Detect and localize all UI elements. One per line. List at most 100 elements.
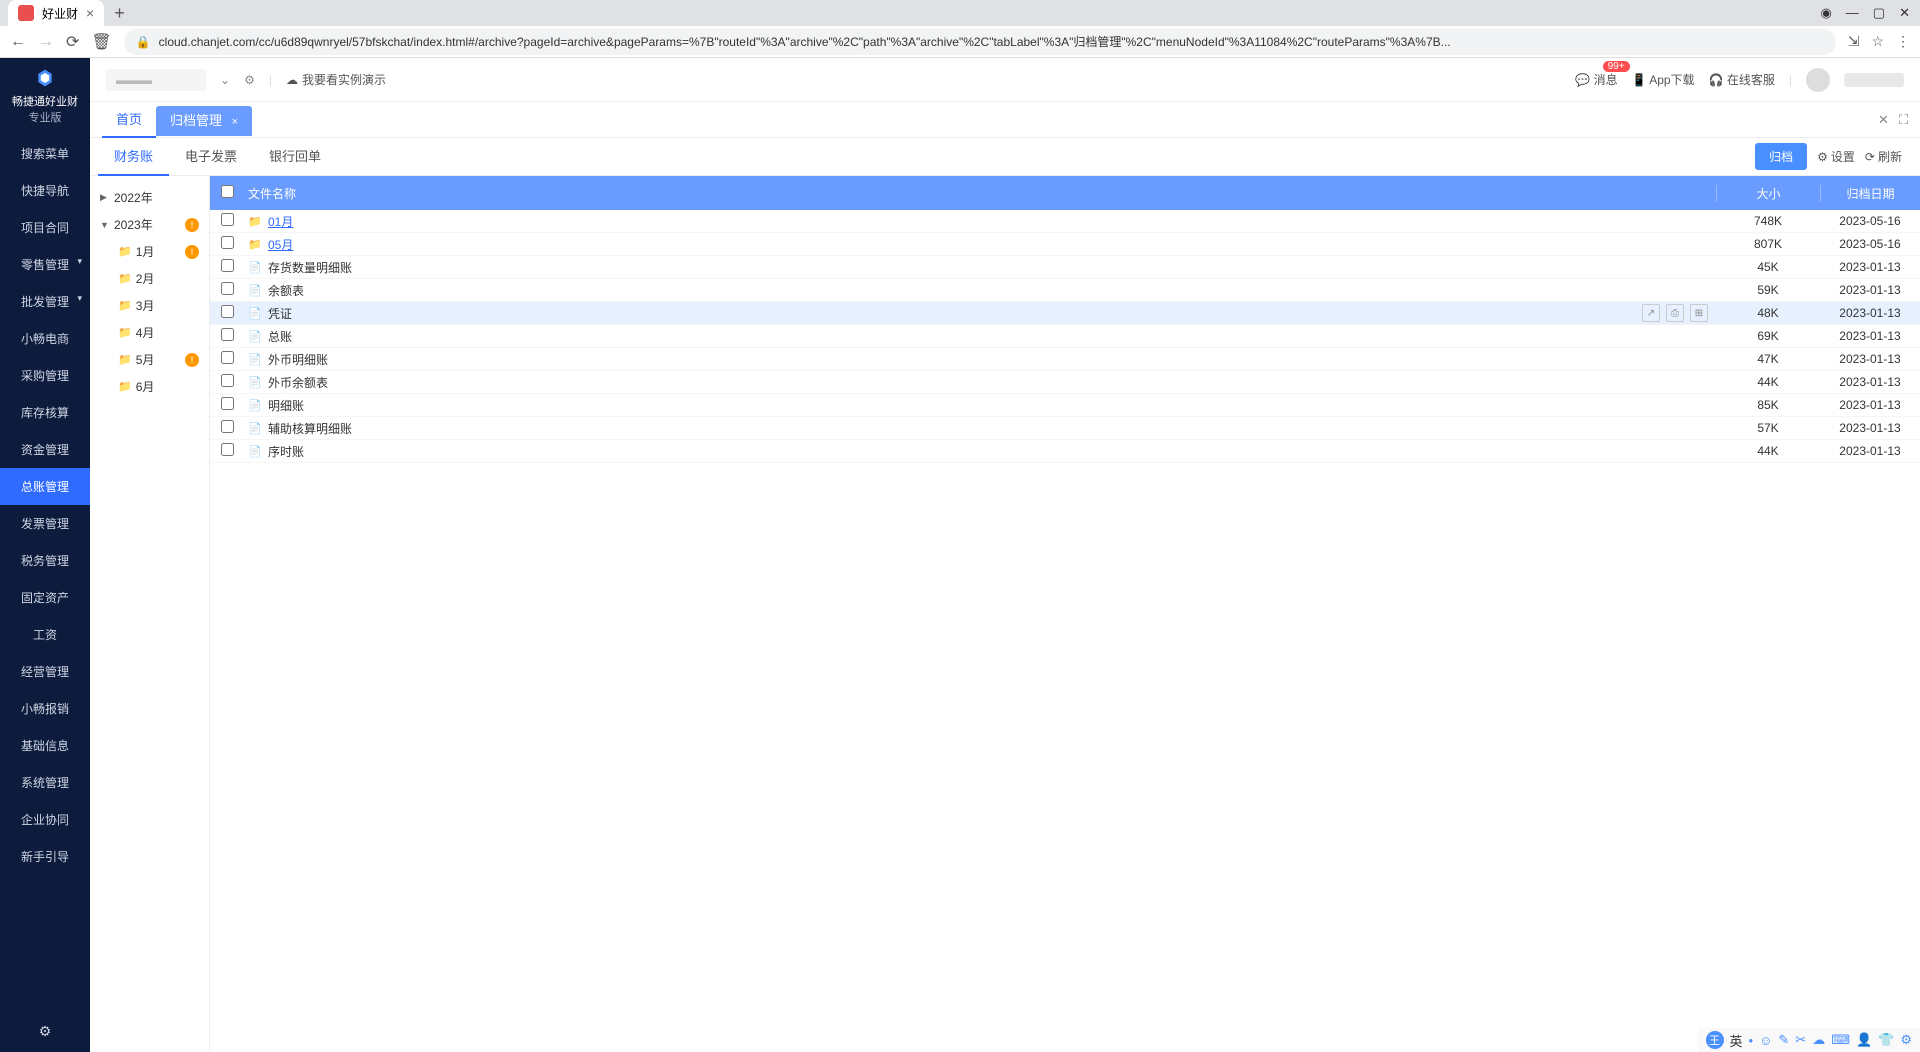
ime-keyboard-icon[interactable]: ⌨ — [1831, 1032, 1850, 1048]
tree-month[interactable]: 📁6月 — [94, 373, 205, 400]
row-checkbox[interactable] — [221, 259, 234, 272]
sidebar-item[interactable]: 项目合同 — [0, 209, 90, 246]
message-button[interactable]: 💬 消息 99+ — [1575, 71, 1617, 88]
sidebar-item[interactable]: 新手引导 — [0, 838, 90, 875]
grid-icon[interactable]: ⊞ — [1690, 304, 1708, 322]
sidebar-item[interactable]: 总账管理 — [0, 468, 90, 505]
tab-home[interactable]: 首页 — [102, 102, 156, 138]
back-icon[interactable]: ← — [10, 33, 26, 51]
table-row[interactable]: 📄余额表59K2023-01-13 — [210, 279, 1920, 302]
file-name[interactable]: 01月 — [268, 213, 293, 230]
settings-button[interactable]: ⚙设置 — [1817, 148, 1855, 165]
export-icon[interactable]: ↗ — [1642, 304, 1660, 322]
close-tab-icon[interactable]: × — [232, 116, 238, 128]
file-name[interactable]: 05月 — [268, 236, 293, 253]
table-row[interactable]: 📄总账69K2023-01-13 — [210, 325, 1920, 348]
table-row[interactable]: 📄明细账85K2023-01-13 — [210, 394, 1920, 417]
ime-dot-icon[interactable]: • — [1749, 1033, 1754, 1048]
tree-month[interactable]: 📁5月! — [94, 346, 205, 373]
sidebar-item[interactable]: 小畅报销 — [0, 690, 90, 727]
close-window-icon[interactable]: ✕ — [1899, 5, 1910, 21]
sidebar-item[interactable]: 基础信息 — [0, 727, 90, 764]
minimize-icon[interactable]: — — [1846, 5, 1859, 21]
menu-icon[interactable]: ⋮ — [1896, 33, 1910, 50]
row-checkbox[interactable] — [221, 397, 234, 410]
ime-user-icon[interactable]: 👤 — [1856, 1032, 1872, 1048]
sidebar-item[interactable]: 批发管理▾ — [0, 283, 90, 320]
avatar[interactable] — [1806, 68, 1830, 92]
row-checkbox[interactable] — [221, 351, 234, 364]
row-checkbox[interactable] — [221, 420, 234, 433]
table-row[interactable]: 📁01月748K2023-05-16 — [210, 210, 1920, 233]
row-checkbox[interactable] — [221, 236, 234, 249]
ime-scissors-icon[interactable]: ✂ — [1795, 1032, 1806, 1048]
tree-month[interactable]: 📁3月 — [94, 292, 205, 319]
tree-month[interactable]: 📁1月! — [94, 238, 205, 265]
print-icon[interactable]: ⎙ — [1666, 304, 1684, 322]
table-row[interactable]: 📄存货数量明细账45K2023-01-13 — [210, 256, 1920, 279]
ime-shirt-icon[interactable]: 👕 — [1878, 1032, 1894, 1048]
table-row[interactable]: 📄外币余额表44K2023-01-13 — [210, 371, 1920, 394]
row-checkbox[interactable] — [221, 213, 234, 226]
table-row[interactable]: 📄凭证↗⎙⊞48K2023-01-13 — [210, 302, 1920, 325]
table-row[interactable]: 📁05月807K2023-05-16 — [210, 233, 1920, 256]
close-icon[interactable]: × — [86, 5, 94, 21]
row-checkbox[interactable] — [221, 374, 234, 387]
sidebar-item[interactable]: 搜索菜单 — [0, 135, 90, 172]
settings-gear-icon[interactable]: ⚙ — [0, 1011, 90, 1052]
ime-logo-icon[interactable]: 王 — [1706, 1031, 1724, 1049]
chevron-down-icon[interactable]: ⌄ — [220, 73, 230, 87]
download-button[interactable]: 📱 App下载 — [1632, 71, 1695, 88]
new-tab-button[interactable]: + — [104, 3, 135, 24]
sidebar-item[interactable]: 企业协同 — [0, 801, 90, 838]
close-all-icon[interactable]: ✕ — [1878, 112, 1889, 128]
sidebar-item[interactable]: 发票管理 — [0, 505, 90, 542]
ime-edit-icon[interactable]: ✎ — [1778, 1032, 1789, 1048]
tree-month[interactable]: 📁2月 — [94, 265, 205, 292]
table-row[interactable]: 📄序时账44K2023-01-13 — [210, 440, 1920, 463]
tree-year-2022[interactable]: ▶ 2022年 — [94, 184, 205, 211]
sidebar-item[interactable]: 经营管理 — [0, 653, 90, 690]
org-selector[interactable]: ▬▬▬ — [106, 69, 206, 91]
ime-smile-icon[interactable]: ☺ — [1759, 1033, 1772, 1048]
row-checkbox[interactable] — [221, 443, 234, 456]
sidebar-item[interactable]: 税务管理 — [0, 542, 90, 579]
install-icon[interactable]: ⇲ — [1848, 33, 1860, 50]
sidebar-item[interactable]: 小畅电商 — [0, 320, 90, 357]
url-input[interactable]: 🔒 cloud.chanjet.com/cc/u6d89qwnryel/57bf… — [124, 29, 1836, 55]
table-row[interactable]: 📄外币明细账47K2023-01-13 — [210, 348, 1920, 371]
tab-archive[interactable]: 归档管理 × — [156, 106, 252, 136]
ime-lang[interactable]: 英 — [1730, 1031, 1743, 1050]
star-icon[interactable]: ☆ — [1871, 33, 1884, 50]
tree-month[interactable]: 📁4月 — [94, 319, 205, 346]
subtab-einvoice[interactable]: 电子发票 — [169, 138, 253, 176]
maximize-icon[interactable]: ▢ — [1873, 5, 1885, 21]
sidebar-item[interactable]: 系统管理 — [0, 764, 90, 801]
table-row[interactable]: 📄辅助核算明细账57K2023-01-13 — [210, 417, 1920, 440]
refresh-button[interactable]: ⟳刷新 — [1865, 148, 1902, 165]
account-icon[interactable]: ◉ — [1820, 5, 1831, 21]
sidebar-item[interactable]: 快捷导航 — [0, 172, 90, 209]
subtab-finance[interactable]: 财务账 — [98, 138, 169, 176]
browser-tab[interactable]: 好业财 × — [8, 0, 104, 26]
reload-icon[interactable]: ⟳ — [66, 32, 79, 52]
subtab-bank[interactable]: 银行回单 — [253, 138, 337, 176]
ime-gear-icon[interactable]: ⚙ — [1900, 1032, 1912, 1048]
row-checkbox[interactable] — [221, 282, 234, 295]
sidebar-item[interactable]: 工资 — [0, 616, 90, 653]
sidebar-item[interactable]: 库存核算 — [0, 394, 90, 431]
row-checkbox[interactable] — [221, 305, 234, 318]
gear-icon[interactable]: ⚙ — [244, 73, 255, 87]
sidebar-item[interactable]: 采购管理 — [0, 357, 90, 394]
sidebar-item[interactable]: 零售管理▾ — [0, 246, 90, 283]
ime-cloud-icon[interactable]: ☁ — [1812, 1032, 1825, 1048]
expand-icon[interactable]: ⛶ — [1899, 112, 1908, 128]
service-button[interactable]: 🎧 在线客服 — [1709, 71, 1775, 88]
archive-button[interactable]: 归档 — [1755, 143, 1807, 170]
demo-link[interactable]: ☁ 我要看实例演示 — [286, 71, 386, 88]
sidebar-item[interactable]: 固定资产 — [0, 579, 90, 616]
tree-year-2023[interactable]: ▼ 2023年 ! — [94, 211, 205, 238]
sidebar-item[interactable]: 资金管理 — [0, 431, 90, 468]
select-all-checkbox[interactable] — [221, 185, 234, 198]
row-checkbox[interactable] — [221, 328, 234, 341]
